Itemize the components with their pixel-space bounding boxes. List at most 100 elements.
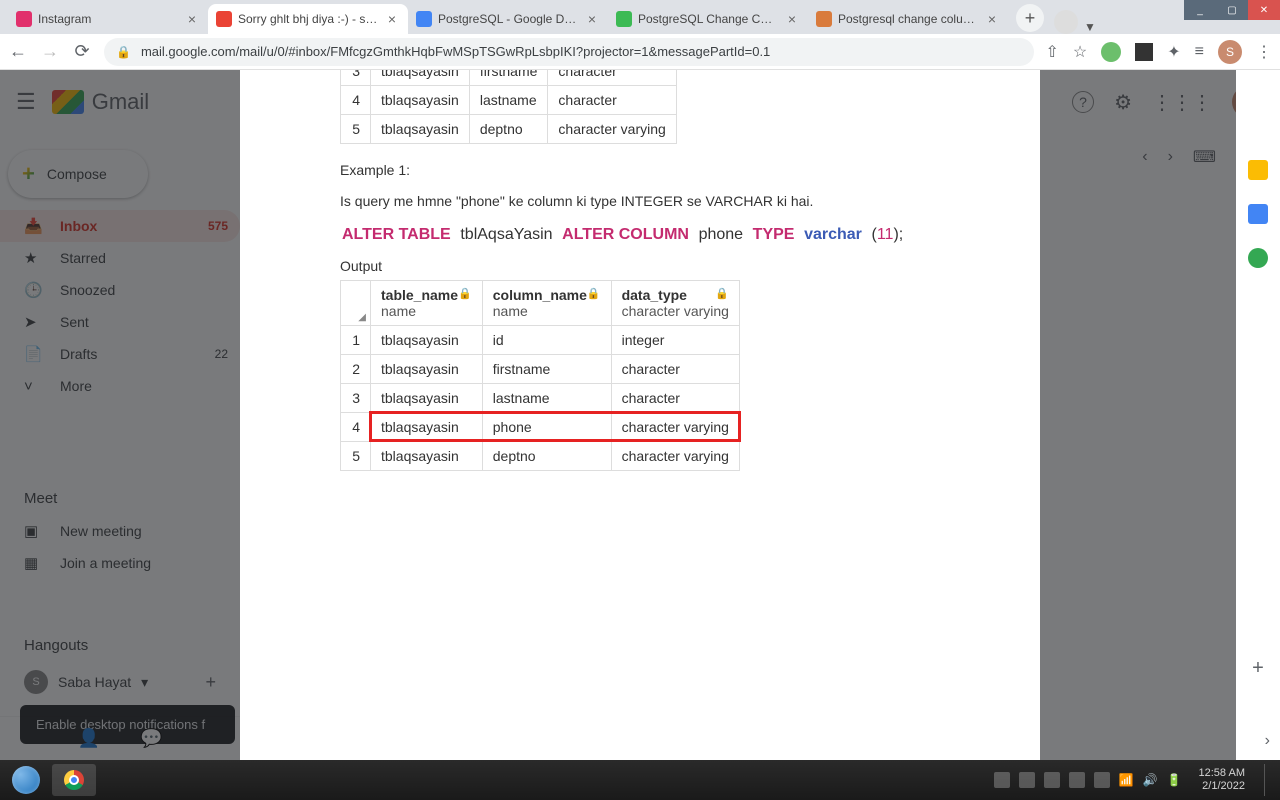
tray-icon[interactable] bbox=[1094, 772, 1110, 788]
tab-close-icon[interactable]: × bbox=[184, 11, 200, 27]
browser-tab[interactable]: Sorry ghlt bhj diya :-) - sab× bbox=[208, 4, 408, 34]
table-cell: 3 bbox=[341, 70, 371, 86]
add-addon-icon[interactable]: + bbox=[1252, 657, 1264, 680]
tray-icon[interactable] bbox=[1069, 772, 1085, 788]
keep-icon[interactable] bbox=[1248, 160, 1268, 180]
scroll-right-icon[interactable]: › bbox=[1265, 732, 1270, 750]
extension-grammarly-icon[interactable] bbox=[1101, 42, 1121, 62]
tray-icon[interactable] bbox=[994, 772, 1010, 788]
browser-tab-strip: Instagram×Sorry ghlt bhj diya :-) - sab×… bbox=[0, 0, 1280, 34]
window-maximize[interactable]: ▢ bbox=[1216, 0, 1248, 20]
sql-code-block: ALTER TABLE tblAqsaYasin ALTER COLUMN ph… bbox=[340, 222, 940, 248]
output-result-table: table_name🔒 name column_name🔒 name data_… bbox=[340, 280, 740, 471]
table-cell: lastname bbox=[482, 384, 611, 413]
bookmark-star-icon[interactable]: ☆ bbox=[1073, 42, 1087, 62]
tab-close-icon[interactable]: × bbox=[384, 11, 400, 27]
show-desktop-button[interactable] bbox=[1264, 764, 1274, 796]
tab-favicon bbox=[216, 11, 232, 27]
browser-tab[interactable]: PostgreSQL Change Colum× bbox=[608, 4, 808, 34]
table-cell: 5 bbox=[341, 442, 371, 471]
new-tab-button[interactable]: + bbox=[1016, 4, 1044, 32]
table-cell: 1 bbox=[341, 326, 371, 355]
col-header-data-type: data_type🔒 character varying bbox=[611, 281, 739, 326]
table-cell: tblaqsayasin bbox=[371, 355, 483, 384]
clock-date: 2/1/2022 bbox=[1199, 780, 1245, 793]
table-cell: 4 bbox=[341, 86, 371, 115]
nav-reload-icon[interactable]: ⟳ bbox=[72, 41, 92, 62]
col-header-table-name: table_name🔒 name bbox=[371, 281, 483, 326]
system-tray: 📶 🔊 🔋 12:58 AM 2/1/2022 bbox=[994, 764, 1274, 796]
extensions-puzzle-icon[interactable]: ✦ bbox=[1167, 42, 1180, 62]
tab-close-icon[interactable]: × bbox=[784, 11, 800, 27]
table-cell: lastname bbox=[469, 86, 548, 115]
profile-avatar[interactable]: S bbox=[1218, 40, 1242, 64]
tab-favicon bbox=[616, 11, 632, 27]
table-cell: integer bbox=[611, 326, 739, 355]
table-cell: tblaqsayasin bbox=[371, 326, 483, 355]
tab-close-icon[interactable]: × bbox=[584, 11, 600, 27]
tab-close-icon[interactable]: × bbox=[984, 11, 1000, 27]
table-cell: deptno bbox=[469, 115, 548, 144]
attachment-preview: 3tblaqsayasinfirstnamecharacter4tblaqsay… bbox=[240, 70, 1040, 760]
address-bar[interactable]: 🔒 mail.google.com/mail/u/0/#inbox/FMfcgz… bbox=[104, 38, 1034, 66]
browser-tab[interactable]: PostgreSQL - Google Docs × bbox=[408, 4, 608, 34]
side-panel: + bbox=[1236, 70, 1280, 760]
tab-title: Postgresql change column bbox=[838, 12, 978, 26]
tab-title: PostgreSQL - Google Docs bbox=[438, 12, 578, 26]
table-row: 2tblaqsayasinfirstnamecharacter bbox=[341, 355, 740, 384]
tab-favicon bbox=[16, 11, 32, 27]
tab-favicon bbox=[416, 11, 432, 27]
taskbar-clock[interactable]: 12:58 AM 2/1/2022 bbox=[1199, 767, 1245, 793]
table-row: 4tblaqsayasinphonecharacter varying bbox=[341, 413, 740, 442]
table-cell: character varying bbox=[548, 115, 676, 144]
table-cell: id bbox=[482, 326, 611, 355]
tray-network-icon[interactable]: 📶 bbox=[1119, 773, 1134, 787]
chrome-menu-icon[interactable]: ⋮ bbox=[1256, 42, 1272, 62]
lock-icon: 🔒 bbox=[715, 287, 729, 300]
table-cell: deptno bbox=[482, 442, 611, 471]
clock-time: 12:58 AM bbox=[1199, 767, 1245, 780]
table-cell: character varying bbox=[611, 442, 739, 471]
table-row: 5tblaqsayasindeptnocharacter varying bbox=[341, 442, 740, 471]
contacts-icon[interactable] bbox=[1248, 248, 1268, 268]
tab-favicon bbox=[816, 11, 832, 27]
extension-icon[interactable] bbox=[1135, 43, 1153, 61]
example-heading: Example 1: bbox=[340, 160, 940, 181]
tray-icon[interactable] bbox=[1044, 772, 1060, 788]
window-controls: _ ▢ ✕ bbox=[1184, 0, 1280, 20]
tab-dropdown-icon[interactable]: ▼ bbox=[1084, 20, 1096, 34]
example-description: Is query me hmne "phone" ke column ki ty… bbox=[340, 191, 940, 212]
table-cell: tblaqsayasin bbox=[371, 86, 470, 115]
windows-taskbar: 📶 🔊 🔋 12:58 AM 2/1/2022 bbox=[0, 760, 1280, 800]
nav-back-icon[interactable]: ← bbox=[8, 41, 28, 62]
table-row: 3tblaqsayasinfirstnamecharacter bbox=[341, 70, 677, 86]
window-close[interactable]: ✕ bbox=[1248, 0, 1280, 20]
window-minimize[interactable]: _ bbox=[1184, 0, 1216, 20]
lock-icon: 🔒 bbox=[116, 45, 131, 59]
tray-volume-icon[interactable]: 🔊 bbox=[1143, 773, 1158, 787]
share-icon[interactable]: ⇧ bbox=[1046, 42, 1059, 62]
table-cell: 5 bbox=[341, 115, 371, 144]
table-row: 4tblaqsayasinlastnamecharacter bbox=[341, 86, 677, 115]
tab-title: Instagram bbox=[38, 12, 178, 26]
tab-strip-avatar[interactable] bbox=[1054, 10, 1078, 34]
table-row: 3tblaqsayasinlastnamecharacter bbox=[341, 384, 740, 413]
tray-icon[interactable] bbox=[1019, 772, 1035, 788]
taskbar-chrome[interactable] bbox=[52, 764, 96, 796]
reading-list-icon[interactable]: ≡ bbox=[1195, 43, 1204, 61]
tray-battery-icon[interactable]: 🔋 bbox=[1167, 773, 1182, 787]
browser-tab[interactable]: Instagram × bbox=[8, 4, 208, 34]
table-cell: 3 bbox=[341, 384, 371, 413]
table-cell: tblaqsayasin bbox=[371, 115, 470, 144]
table-row: 5tblaqsayasindeptnocharacter varying bbox=[341, 115, 677, 144]
windows-orb-icon bbox=[12, 766, 40, 794]
table-cell: firstname bbox=[482, 355, 611, 384]
nav-forward-icon[interactable]: → bbox=[40, 41, 60, 62]
table-cell: character bbox=[611, 355, 739, 384]
browser-tab[interactable]: Postgresql change column × bbox=[808, 4, 1008, 34]
url-text: mail.google.com/mail/u/0/#inbox/FMfcgzGm… bbox=[141, 44, 770, 59]
tasks-icon[interactable] bbox=[1248, 204, 1268, 224]
lock-icon: 🔒 bbox=[587, 287, 601, 300]
start-button[interactable] bbox=[6, 764, 46, 796]
table-cell: tblaqsayasin bbox=[371, 70, 470, 86]
